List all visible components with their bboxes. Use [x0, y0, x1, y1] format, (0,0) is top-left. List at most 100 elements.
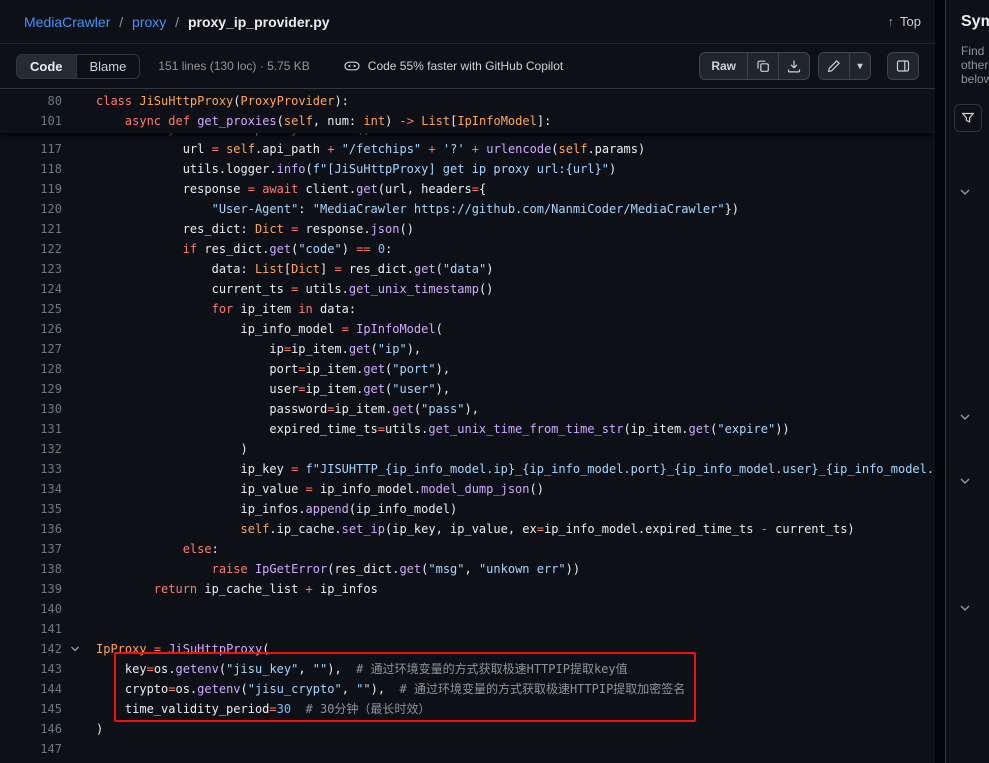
code-blame-switch: Code Blame: [16, 54, 140, 79]
code-text: ip_value = ip_info_model.model_dump_json…: [88, 479, 935, 499]
fold-gutter: [62, 679, 88, 699]
code-text: res_dict: Dict = response.json(): [88, 219, 935, 239]
fold-gutter: [62, 159, 88, 179]
code-line: 130 password=ip_item.get("pass"),: [0, 399, 935, 419]
download-icon: [787, 59, 801, 73]
fold-gutter: [62, 259, 88, 279]
panel-description-line: Find: [961, 44, 989, 58]
fold-gutter: [62, 379, 88, 399]
filter-button[interactable]: [954, 104, 982, 132]
code-line: 143 key=os.getenv("jisu_key", ""), # 通过环…: [0, 659, 935, 679]
code-line: 120 "User-Agent": "MediaCrawler https://…: [0, 199, 935, 219]
fold-gutter: [62, 359, 88, 379]
fold-gutter: [62, 319, 88, 339]
line-number[interactable]: 126: [0, 319, 62, 339]
line-number[interactable]: 117: [0, 139, 62, 159]
code-line: 101 async def get_proxies(self, num: int…: [0, 111, 935, 131]
tab-code[interactable]: Code: [17, 55, 77, 78]
fold-gutter: [62, 559, 88, 579]
code-text: crypto=os.getenv("jisu_crypto", ""), # 通…: [88, 679, 935, 699]
code-text: utils.logger.info(f"[JiSuHttpProxy] get …: [88, 159, 935, 179]
download-button[interactable]: [778, 52, 810, 80]
code-line: 141: [0, 619, 935, 639]
line-number[interactable]: 124: [0, 279, 62, 299]
chevron-down-icon[interactable]: [958, 185, 974, 201]
line-number[interactable]: 136: [0, 519, 62, 539]
fold-gutter: [62, 91, 88, 111]
code-line: 129 user=ip_item.get("user"),: [0, 379, 935, 399]
code-text: self.ip_cache.set_ip(ip_key, ip_value, e…: [88, 519, 935, 539]
line-number[interactable]: 130: [0, 399, 62, 419]
fold-gutter: [62, 459, 88, 479]
line-number[interactable]: 120: [0, 199, 62, 219]
tab-blame[interactable]: Blame: [77, 55, 140, 78]
sticky-scope-lines: 80class JiSuHttpProxy(ProxyProvider):101…: [0, 89, 935, 133]
line-number[interactable]: 119: [0, 179, 62, 199]
line-number[interactable]: 122: [0, 239, 62, 259]
line-number[interactable]: 141: [0, 619, 62, 639]
edit-button[interactable]: [818, 52, 850, 80]
code-text: password=ip_item.get("pass"),: [88, 399, 935, 419]
line-number[interactable]: 123: [0, 259, 62, 279]
line-number[interactable]: 134: [0, 479, 62, 499]
line-number[interactable]: 139: [0, 579, 62, 599]
line-number[interactable]: 143: [0, 659, 62, 679]
code-line: 125 for ip_item in data:: [0, 299, 935, 319]
raw-button[interactable]: Raw: [699, 52, 748, 80]
line-number[interactable]: 101: [0, 111, 62, 131]
line-number[interactable]: 128: [0, 359, 62, 379]
line-number[interactable]: 142: [0, 639, 62, 659]
fold-gutter: [62, 399, 88, 419]
line-number[interactable]: 131: [0, 419, 62, 439]
copilot-banner[interactable]: Code 55% faster with GitHub Copilot: [344, 58, 563, 74]
line-number[interactable]: 121: [0, 219, 62, 239]
code-text: for ip_item in data:: [88, 299, 935, 319]
github-code-view: MediaCrawler / proxy / proxy_ip_provider…: [0, 0, 989, 763]
line-number[interactable]: 127: [0, 339, 62, 359]
line-number[interactable]: 138: [0, 559, 62, 579]
line-number[interactable]: 144: [0, 679, 62, 699]
fold-gutter: [62, 739, 88, 759]
arrow-up-icon: ↑: [888, 14, 895, 29]
panel-description-line: other: [961, 58, 989, 72]
code-line: 133 ip_key = f"JISUHTTP_{ip_info_model.i…: [0, 459, 935, 479]
edit-dropdown-button[interactable]: ▾: [849, 52, 871, 80]
line-number[interactable]: 118: [0, 159, 62, 179]
file-toolbar: Code Blame 151 lines (130 loc) · 5.75 KB…: [0, 44, 935, 89]
code-body: 116 async with httpx.AsyncClient() as cl…: [0, 89, 935, 759]
line-number[interactable]: 137: [0, 539, 62, 559]
scroll-to-top-button[interactable]: ↑ Top: [888, 14, 921, 29]
chevron-down-icon[interactable]: [958, 601, 974, 617]
code-line: 142IpProxy = JiSuHttpProxy(: [0, 639, 935, 659]
line-number[interactable]: 145: [0, 699, 62, 719]
fold-gutter: [62, 299, 88, 319]
line-number[interactable]: 135: [0, 499, 62, 519]
code-text: "User-Agent": "MediaCrawler https://gith…: [88, 199, 935, 219]
line-number[interactable]: 129: [0, 379, 62, 399]
line-number[interactable]: 133: [0, 459, 62, 479]
line-number[interactable]: 147: [0, 739, 62, 759]
line-number[interactable]: 80: [0, 91, 62, 111]
line-number[interactable]: 132: [0, 439, 62, 459]
breadcrumb-repo-link[interactable]: MediaCrawler: [24, 14, 110, 30]
fold-chevron-icon[interactable]: [62, 639, 88, 659]
code-text: key=os.getenv("jisu_key", ""), # 通过环境变量的…: [88, 659, 935, 679]
breadcrumb-folder-link[interactable]: proxy: [132, 14, 166, 30]
symbols-panel-button[interactable]: [887, 52, 919, 80]
scroll-to-top-label: Top: [900, 14, 921, 29]
copy-button[interactable]: [747, 52, 779, 80]
chevron-down-icon[interactable]: [958, 410, 974, 426]
code-line: 134 ip_value = ip_info_model.model_dump_…: [0, 479, 935, 499]
line-number[interactable]: 140: [0, 599, 62, 619]
chevron-down-icon[interactable]: [958, 474, 974, 490]
code-text: raise IpGetError(res_dict.get("msg", "un…: [88, 559, 935, 579]
breadcrumb: MediaCrawler / proxy / proxy_ip_provider…: [24, 14, 330, 30]
code-text: [88, 739, 935, 759]
code-text: url = self.api_path + "/fetchips" + '?' …: [88, 139, 935, 159]
fold-gutter: [62, 219, 88, 239]
code-text: [88, 599, 935, 619]
code-text: ip=ip_item.get("ip"),: [88, 339, 935, 359]
raw-button-group: Raw: [699, 52, 810, 80]
line-number[interactable]: 146: [0, 719, 62, 739]
line-number[interactable]: 125: [0, 299, 62, 319]
